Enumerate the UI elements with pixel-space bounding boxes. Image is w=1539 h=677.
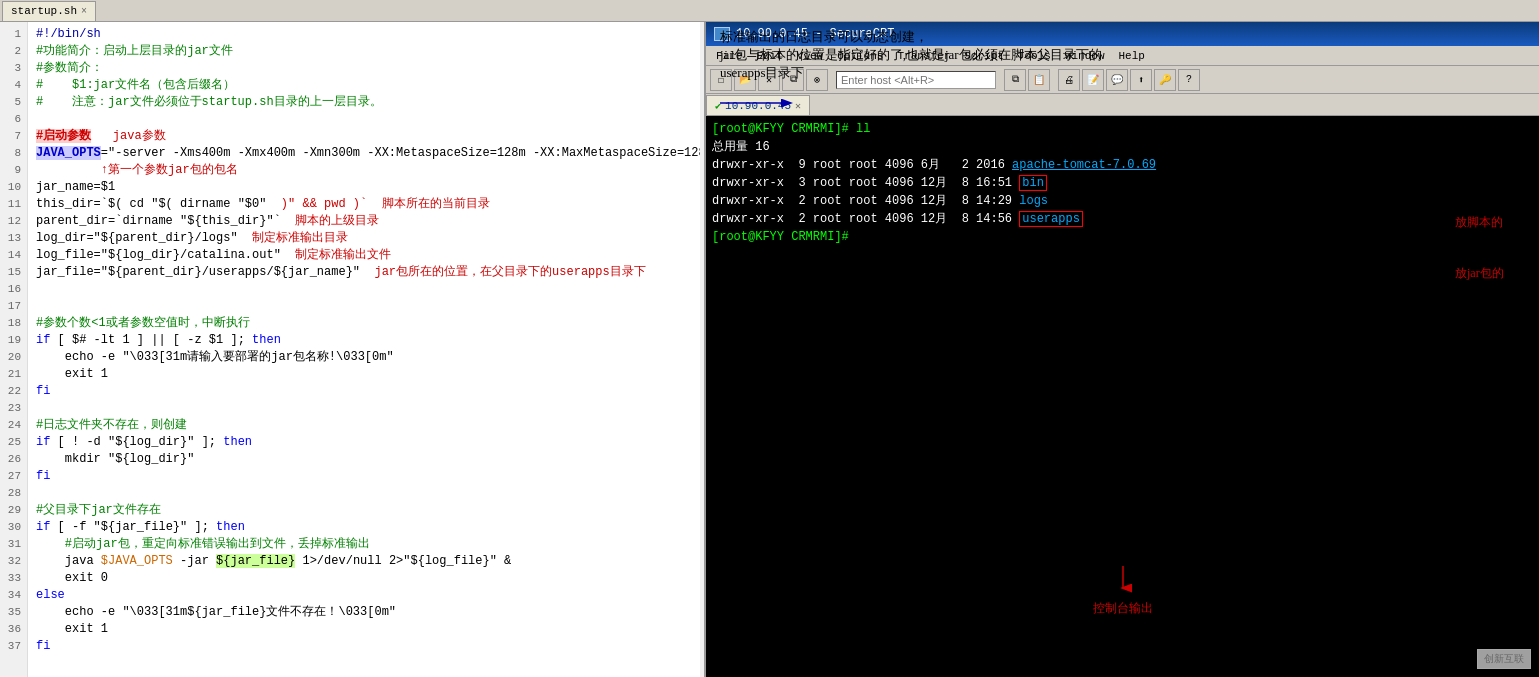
securecrt-toolbar: ☐ 📂 ✕ ⧉ ⊗ ⧉ 📋 🖨 📝 💬 ⬆ 🔑 ? — [706, 66, 1539, 94]
toolbar-new-btn[interactable]: ☐ — [710, 69, 732, 91]
code-line: log_dir="${parent_dir}/logs" 制定标准输出目录 — [36, 230, 692, 247]
code-line: exit 1 — [36, 366, 692, 383]
close-tab-button[interactable]: × — [81, 6, 87, 17]
session-tab-close[interactable]: ✕ — [795, 100, 801, 112]
code-line: # 注意：jar文件必须位于startup.sh目录的上一层目录。 — [36, 94, 692, 111]
toolbar-clone-btn[interactable]: ⧉ — [782, 69, 804, 91]
toolbar-sftp-btn[interactable]: ⬆ — [1130, 69, 1152, 91]
securecrt-title: 10.90.0.45 - SecureCRT — [736, 27, 894, 41]
toolbar-copy-btn[interactable]: ⧉ — [1004, 69, 1026, 91]
tab-bar: startup.sh × — [0, 0, 1539, 22]
code-line — [36, 111, 692, 128]
toolbar-help-btn[interactable]: ? — [1178, 69, 1200, 91]
terminal-line: drwxr-xr-x 3 root root 4096 12月 8 16:51 … — [712, 174, 1533, 192]
toolbar-close-btn[interactable]: ✕ — [758, 69, 780, 91]
menu-window[interactable]: Window — [1059, 48, 1111, 64]
code-line: exit 0 — [36, 570, 692, 587]
menu-edit[interactable]: Edit — [750, 48, 788, 64]
code-line: jar_file="${parent_dir}/userapps/${jar_n… — [36, 264, 692, 281]
code-line: #功能简介：启动上层目录的jar文件 — [36, 43, 692, 60]
tab-label: startup.sh — [11, 5, 77, 17]
toolbar-keys-btn[interactable]: 🔑 — [1154, 69, 1176, 91]
code-line: parent_dir=`dirname "${this_dir}"` 脚本的上级… — [36, 213, 692, 230]
code-line: echo -e "\033[31m${jar_file}文件不存在！\033[0… — [36, 604, 692, 621]
terminal-line: [root@KFYY CRMRMI]# — [712, 228, 1533, 246]
menu-help[interactable]: Help — [1112, 48, 1150, 64]
terminal-line: drwxr-xr-x 2 root root 4096 12月 8 14:56 … — [712, 210, 1533, 228]
toolbar-paste-btn[interactable]: 📋 — [1028, 69, 1050, 91]
menu-options[interactable]: Options — [831, 48, 889, 64]
code-line: jar_name=$1 — [36, 179, 692, 196]
terminal-line: [root@KFYY CRMRMI]# ll — [712, 120, 1533, 138]
toolbar-open-btn[interactable]: 📂 — [734, 69, 756, 91]
menu-file[interactable]: File — [710, 48, 748, 64]
terminal-line: drwxr-xr-x 2 root root 4096 12月 8 14:29 … — [712, 192, 1533, 210]
securecrt-titlebar: 10.90.0.45 - SecureCRT — [706, 22, 1539, 46]
terminal-output: [root@KFYY CRMRMI]# ll总用量 16drwxr-xr-x 9… — [712, 120, 1533, 246]
toolbar-chat-btn[interactable]: 💬 — [1106, 69, 1128, 91]
code-line: fi — [36, 468, 692, 485]
session-status-icon: ✔ — [715, 100, 721, 112]
code-line: fi — [36, 383, 692, 400]
monitor-icon — [714, 27, 730, 41]
terminal-line: 总用量 16 — [712, 138, 1533, 156]
code-line: #!/bin/sh — [36, 26, 692, 43]
code-line: ↑第一个参数jar包的包名 — [36, 162, 692, 179]
watermark: 创新互联 — [1477, 649, 1531, 669]
line-numbers: 1234567891011121314151617181920212223242… — [0, 22, 28, 677]
code-line: if [ $# -lt 1 ] || [ -z $1 ]; then — [36, 332, 692, 349]
code-line: #日志文件夹不存在，则创建 — [36, 417, 692, 434]
code-line: JAVA_OPTS="-server -Xms400m -Xmx400m -Xm… — [36, 145, 692, 162]
menu-script[interactable]: Script — [958, 48, 1010, 64]
terminal-line: drwxr-xr-x 9 root root 4096 6月 2 2016 ap… — [712, 156, 1533, 174]
code-line: #启动参数 java参数 — [36, 128, 692, 145]
file-tab[interactable]: startup.sh × — [2, 1, 96, 21]
code-line: else — [36, 587, 692, 604]
code-editor[interactable]: #!/bin/sh#功能简介：启动上层目录的jar文件#参数简介：# $1:ja… — [28, 22, 700, 677]
code-panel: 1234567891011121314151617181920212223242… — [0, 22, 700, 677]
code-line: # $1:jar文件名（包含后缀名） — [36, 77, 692, 94]
code-line: if [ -f "${jar_file}" ]; then — [36, 519, 692, 536]
code-line: #参数简介： — [36, 60, 692, 77]
code-line: #父目录下jar文件存在 — [36, 502, 692, 519]
toolbar-disconnect-btn[interactable]: ⊗ — [806, 69, 828, 91]
code-line: fi — [36, 638, 692, 655]
code-line — [36, 281, 692, 298]
securecrt-menubar: File Edit View Options Transfer Script T… — [706, 46, 1539, 66]
code-line — [36, 298, 692, 315]
code-line — [36, 400, 692, 417]
code-line: #启动jar包，重定向标准错误输出到文件，丢掉标准输出 — [36, 536, 692, 553]
watermark-text: 创新互联 — [1484, 654, 1524, 665]
securecrt-tabs: ✔ 10.90.0.45 ✕ — [706, 94, 1539, 116]
host-input[interactable] — [836, 71, 996, 89]
code-line: java $JAVA_OPTS -jar ${jar_file} 1>/dev/… — [36, 553, 692, 570]
main-area: 1234567891011121314151617181920212223242… — [0, 22, 1539, 677]
code-line: #参数个数<1或者参数空值时，中断执行 — [36, 315, 692, 332]
code-line: echo -e "\033[31m请输入要部署的jar包名称!\033[0m" — [36, 349, 692, 366]
session-tab-main[interactable]: ✔ 10.90.0.45 ✕ — [706, 95, 810, 115]
terminal-area[interactable]: [root@KFYY CRMRMI]# ll总用量 16drwxr-xr-x 9… — [706, 116, 1539, 677]
code-line: this_dir=`$( cd "$( dirname "$0" )" && p… — [36, 196, 692, 213]
securecrt-panel: 10.90.0.45 - SecureCRT File Edit View Op… — [704, 22, 1539, 677]
code-line — [36, 485, 692, 502]
menu-transfer[interactable]: Transfer — [891, 48, 956, 64]
menu-view[interactable]: View — [791, 48, 829, 64]
session-tab-label: 10.90.0.45 — [725, 100, 791, 112]
toolbar-log-btn[interactable]: 📝 — [1082, 69, 1104, 91]
code-line: if [ ! -d "${log_dir}" ]; then — [36, 434, 692, 451]
code-line: exit 1 — [36, 621, 692, 638]
code-line: log_file="${log_dir}/catalina.out" 制定标准输… — [36, 247, 692, 264]
code-line: mkdir "${log_dir}" — [36, 451, 692, 468]
toolbar-print-btn[interactable]: 🖨 — [1058, 69, 1080, 91]
menu-tools[interactable]: Tools — [1012, 48, 1057, 64]
